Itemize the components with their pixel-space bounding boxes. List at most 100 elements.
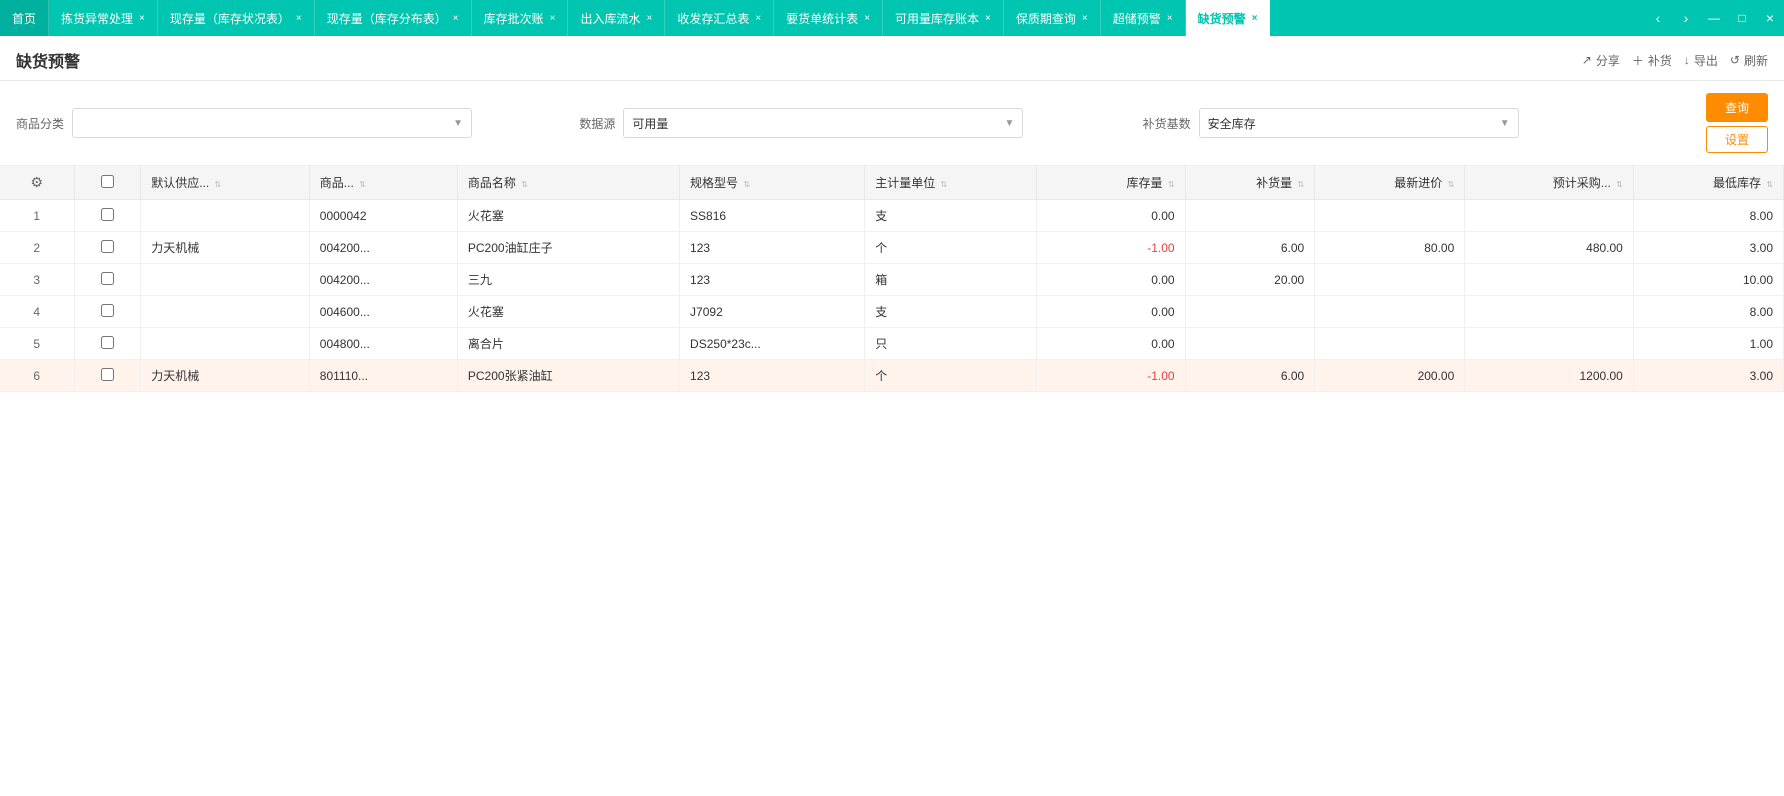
nav-tab-9[interactable]: 保质期查询× xyxy=(1004,0,1101,36)
th-stock[interactable]: 库存量 ⇅ xyxy=(1037,166,1185,200)
cell-unit-4: 只 xyxy=(865,328,1037,360)
nav-next-button[interactable]: › xyxy=(1672,0,1700,36)
cell-stock-1: -1.00 xyxy=(1037,232,1185,264)
cell-rownum-5: 6 xyxy=(0,360,74,392)
nav-minimize-button[interactable]: — xyxy=(1700,0,1728,36)
cell-spec-5: 123 xyxy=(680,360,865,392)
cell-check-2 xyxy=(74,264,141,296)
th-goodscode-label: 商品... xyxy=(320,176,354,190)
nav-tab-close-2[interactable]: × xyxy=(296,13,302,24)
replenish-button[interactable]: ＋ 补货 xyxy=(1632,52,1672,69)
row-checkbox-4[interactable] xyxy=(101,336,114,349)
cell-check-4 xyxy=(74,328,141,360)
nav-tab-close-3[interactable]: × xyxy=(453,13,459,24)
category-select[interactable]: ▼ xyxy=(72,108,472,138)
nav-tab-close-8[interactable]: × xyxy=(985,13,991,24)
nav-tab-close-4[interactable]: × xyxy=(550,13,556,24)
th-unit[interactable]: 主计量单位 ⇅ xyxy=(865,166,1037,200)
cell-rownum-2: 3 xyxy=(0,264,74,296)
nav-tab-7[interactable]: 要货单统计表× xyxy=(774,0,883,36)
th-estpurchase[interactable]: 预计采购... ⇅ xyxy=(1465,166,1634,200)
column-settings-icon[interactable]: ⚙ xyxy=(30,174,43,190)
nav-tab-close-1[interactable]: × xyxy=(139,13,145,24)
datasource-select[interactable]: 可用量 ▼ xyxy=(623,108,1023,138)
th-spec[interactable]: 规格型号 ⇅ xyxy=(680,166,865,200)
th-minstock-label: 最低库存 xyxy=(1713,176,1761,190)
nav-tab-close-6[interactable]: × xyxy=(755,13,761,24)
nav-maximize-button[interactable]: □ xyxy=(1728,0,1756,36)
nav-tab-label-6: 收发存汇总表 xyxy=(677,10,749,27)
nav-tab-6[interactable]: 收发存汇总表 × xyxy=(665,0,774,36)
nav-tab-close-5[interactable]: × xyxy=(646,13,652,24)
cell-minstock-1: 3.00 xyxy=(1633,232,1783,264)
cell-goodsname-3: 火花塞 xyxy=(457,296,679,328)
row-checkbox-3[interactable] xyxy=(101,304,114,317)
nav-tab-label-3: 现存量（库存分布表） xyxy=(327,10,447,27)
row-checkbox-0[interactable] xyxy=(101,208,114,221)
nav-tab-4[interactable]: 库存批次账× xyxy=(472,0,569,36)
th-rownum: ⚙ xyxy=(0,166,74,200)
cell-supplier-4 xyxy=(141,328,310,360)
cell-minstock-5: 3.00 xyxy=(1633,360,1783,392)
th-goodsname[interactable]: 商品名称 ⇅ xyxy=(457,166,679,200)
nav-tab-close-7[interactable]: × xyxy=(864,13,870,24)
nav-tab-label-5: 出入库流水 xyxy=(580,10,640,27)
header-actions: ↗ 分享 ＋ 补货 ↓ 导出 ↺ 刷新 xyxy=(1582,52,1768,69)
th-replenish-label: 补货量 xyxy=(1256,176,1292,190)
cell-replenish-3 xyxy=(1185,296,1315,328)
row-checkbox-2[interactable] xyxy=(101,272,114,285)
cell-replenish-4 xyxy=(1185,328,1315,360)
nav-tab-8[interactable]: 可用量库存账本 × xyxy=(883,0,1004,36)
nav-tab-close-11[interactable]: × xyxy=(1252,13,1258,24)
cell-goodscode-2: 004200... xyxy=(309,264,457,296)
th-supplier[interactable]: 默认供应... ⇅ xyxy=(141,166,310,200)
export-button[interactable]: ↓ 导出 xyxy=(1684,52,1718,69)
goodsname-sort-icon: ⇅ xyxy=(521,180,528,189)
cell-estpurchase-1: 480.00 xyxy=(1465,232,1634,264)
page-title: 缺货预警 xyxy=(16,48,1582,72)
cell-goodsname-1: PC200油缸庄子 xyxy=(457,232,679,264)
refresh-icon: ↺ xyxy=(1730,53,1740,67)
cell-rownum-3: 4 xyxy=(0,296,74,328)
minstock-sort-icon: ⇅ xyxy=(1766,180,1773,189)
th-stock-label: 库存量 xyxy=(1127,176,1163,190)
nav-tab-11[interactable]: 缺货预警× xyxy=(1186,0,1271,36)
cell-estpurchase-4 xyxy=(1465,328,1634,360)
share-button[interactable]: ↗ 分享 xyxy=(1582,52,1620,69)
nav-tab-1[interactable]: 拣货异常处理× xyxy=(49,0,158,36)
nav-tab-2[interactable]: 现存量（库存状况表）× xyxy=(158,0,315,36)
th-replenish[interactable]: 补货量 ⇅ xyxy=(1185,166,1315,200)
nav-tab-3[interactable]: 现存量（库存分布表） × xyxy=(315,0,472,36)
settings-button[interactable]: 设置 xyxy=(1706,126,1768,153)
nav-tab-5[interactable]: 出入库流水 × xyxy=(568,0,665,36)
nav-tab-0[interactable]: 首页 xyxy=(0,0,49,36)
th-goodscode[interactable]: 商品... ⇅ xyxy=(309,166,457,200)
refresh-button[interactable]: ↺ 刷新 xyxy=(1730,52,1768,69)
th-check xyxy=(74,166,141,200)
goodscode-sort-icon: ⇅ xyxy=(359,180,366,189)
replenish-sort-icon: ⇅ xyxy=(1297,180,1304,189)
category-filter-group: 商品分类 ▼ xyxy=(16,108,555,138)
estpurchase-sort-icon: ⇅ xyxy=(1616,180,1623,189)
datasource-label: 数据源 xyxy=(579,115,615,132)
nav-close-button[interactable]: × xyxy=(1756,0,1784,36)
cell-replenish-1: 6.00 xyxy=(1185,232,1315,264)
nav-tab-close-9[interactable]: × xyxy=(1082,13,1088,24)
stock-sort-icon: ⇅ xyxy=(1168,180,1175,189)
cell-latestprice-5: 200.00 xyxy=(1315,360,1465,392)
query-button[interactable]: 查询 xyxy=(1706,93,1768,122)
nav-tab-close-10[interactable]: × xyxy=(1167,13,1173,24)
th-latestprice[interactable]: 最新进价 ⇅ xyxy=(1315,166,1465,200)
nav-tab-label-8: 可用量库存账本 xyxy=(895,10,979,27)
select-all-checkbox[interactable] xyxy=(101,175,114,188)
row-checkbox-5[interactable] xyxy=(101,368,114,381)
table-row: 3004200...三九123箱0.0020.0010.00 xyxy=(0,264,1784,296)
cell-goodscode-3: 004600... xyxy=(309,296,457,328)
cell-goodsname-2: 三九 xyxy=(457,264,679,296)
nav-prev-button[interactable]: ‹ xyxy=(1644,0,1672,36)
replenish-base-select[interactable]: 安全库存 ▼ xyxy=(1199,108,1519,138)
row-checkbox-1[interactable] xyxy=(101,240,114,253)
nav-tab-10[interactable]: 超储预警× xyxy=(1101,0,1186,36)
th-minstock[interactable]: 最低库存 ⇅ xyxy=(1633,166,1783,200)
cell-supplier-1: 力天机械 xyxy=(141,232,310,264)
